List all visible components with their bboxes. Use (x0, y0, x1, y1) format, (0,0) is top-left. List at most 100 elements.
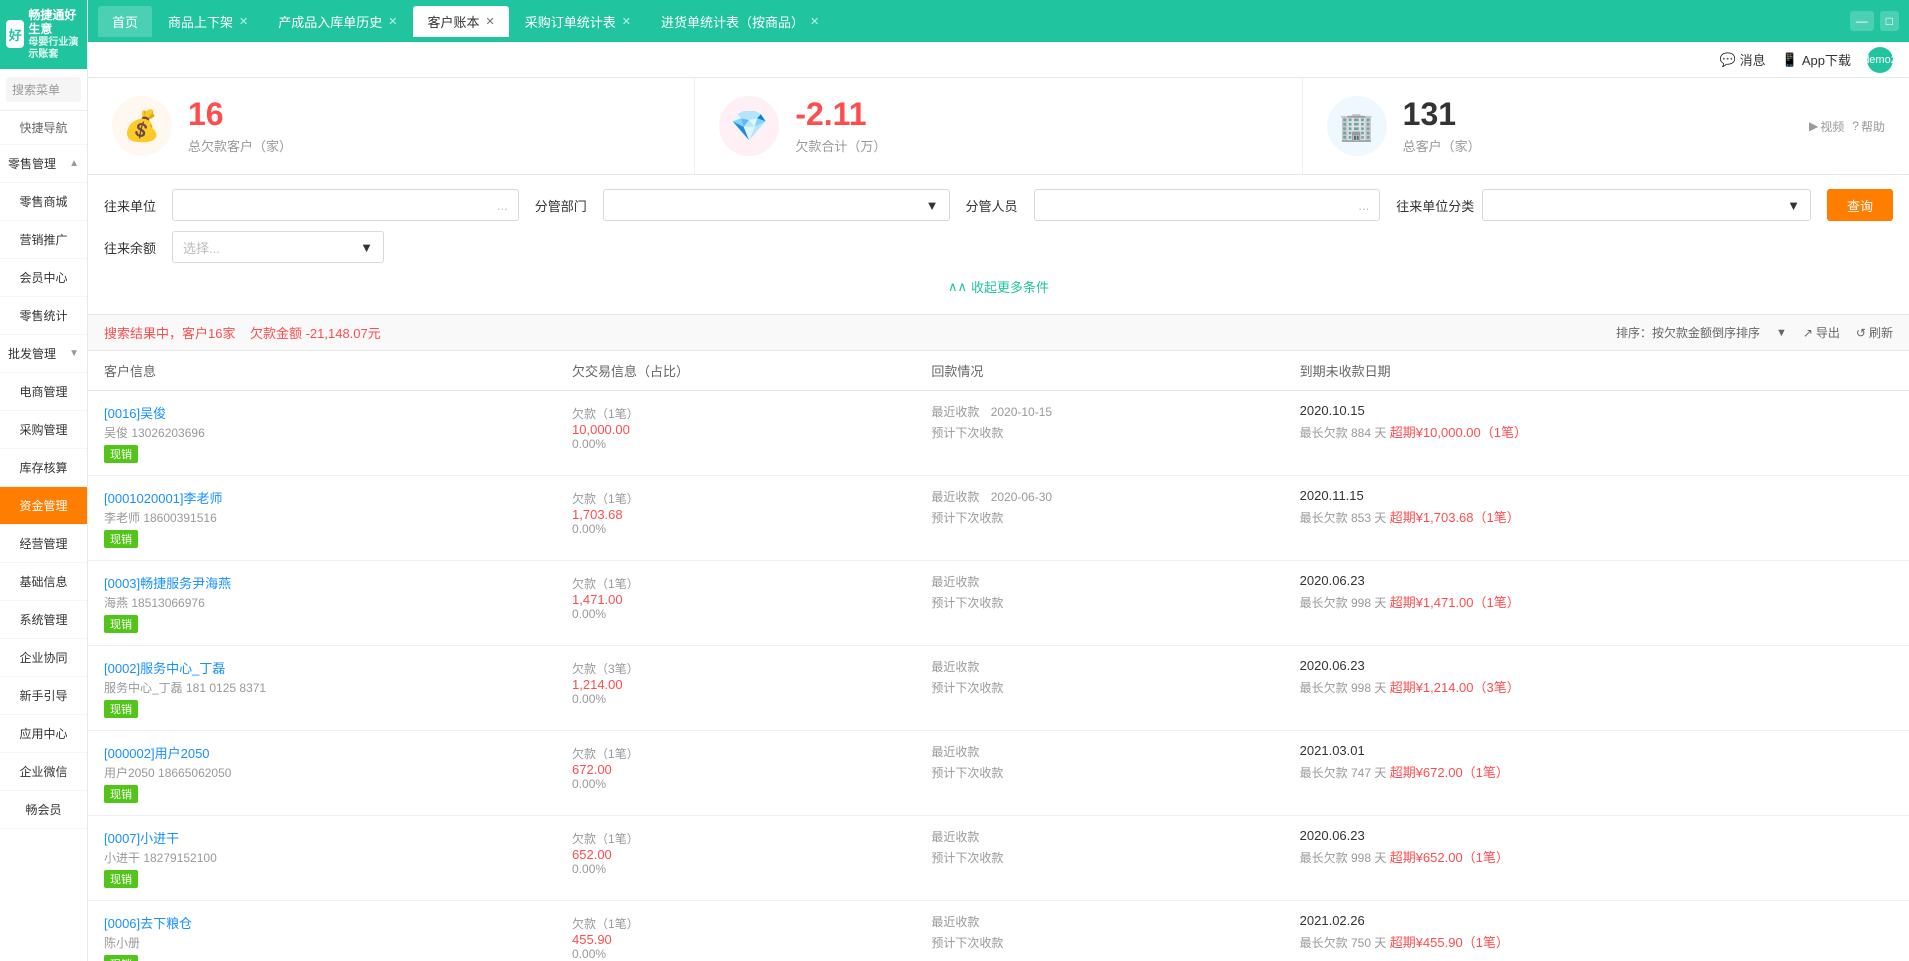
filter-person-input[interactable]: ... (1034, 189, 1381, 221)
sidebar-item-ecom[interactable]: 电商管理 (0, 373, 87, 411)
overdue-link[interactable]: 超期¥455.90（1笔） (1390, 935, 1509, 950)
sidebar-item-guide[interactable]: 新手引导 (0, 677, 87, 715)
debt-amount[interactable]: 455.90 (572, 932, 899, 947)
sidebar-item-inventory[interactable]: 库存核算 (0, 449, 87, 487)
tab-close-customer-account[interactable]: ✕ (486, 15, 495, 28)
customer-table-container: 客户信息 欠交易信息（占比） 回款情况 到期未收款日期 [0016]吴俊 吴俊 … (88, 351, 1909, 961)
sidebar-item-retail-mall[interactable]: 零售商城 (0, 183, 87, 221)
cell-repayment-3: 最近收款 预计下次收款 (915, 646, 1283, 731)
tab-product-history[interactable]: 产成品入库单历史 ✕ (264, 6, 411, 37)
filter-balance-select[interactable]: 选择... ▼ (172, 231, 384, 263)
filter-supplier-category: 往来单位分类 ▼ (1396, 189, 1811, 221)
tab-close-inventory-stats[interactable]: ✕ (810, 15, 819, 28)
col-repayment: 回款情况 (915, 351, 1283, 391)
sidebar-item-retail-mgmt[interactable]: 零售管理 ▲ (0, 145, 87, 183)
sidebar-item-system[interactable]: 系统管理 (0, 601, 87, 639)
window-minimize-button[interactable]: — (1850, 11, 1874, 31)
cell-due-1: 2020.11.15 最长欠款 853 天 超期¥1,703.68（1笔） (1284, 476, 1909, 561)
main-area: 首页 商品上下架 ✕ 产成品入库单历史 ✕ 客户账本 ✕ 采购订单统计表 ✕ 进… (88, 0, 1909, 961)
export-button[interactable]: ↗ 导出 (1803, 324, 1840, 341)
sidebar-item-collab[interactable]: 企业协同 (0, 639, 87, 677)
sidebar-item-basic[interactable]: 基础信息 (0, 563, 87, 601)
customer-name-link[interactable]: [000002]用户2050 (104, 746, 210, 761)
filter-supplier-input[interactable]: ... (172, 189, 519, 221)
filter-balance-label: 往来余额 (104, 238, 164, 257)
refresh-button[interactable]: ↺ 刷新 (1856, 324, 1893, 341)
cell-repayment-5: 最近收款 预计下次收款 (915, 816, 1283, 901)
sidebar-item-purchase[interactable]: 采购管理 (0, 411, 87, 449)
customer-name-link[interactable]: [0001020001]李老师 (104, 491, 223, 506)
debt-percent: 0.00% (572, 692, 899, 706)
filter-collapse-button[interactable]: ∧∧ 收起更多条件 (104, 273, 1893, 300)
phone-icon: 📱 (1782, 52, 1798, 68)
sidebar-item-ops[interactable]: 经营管理 (0, 525, 87, 563)
customer-name-link[interactable]: [0016]吴俊 (104, 406, 166, 421)
sidebar-item-member[interactable]: 会员中心 (0, 259, 87, 297)
tab-purchase-order[interactable]: 采购订单统计表 ✕ (511, 6, 645, 37)
debt-amount[interactable]: 1,471.00 (572, 592, 899, 607)
debt-amount[interactable]: 1,703.68 (572, 507, 899, 522)
due-date: 2021.03.01 (1300, 743, 1893, 758)
debt-amount[interactable]: 10,000.00 (572, 422, 899, 437)
overdue-link[interactable]: 超期¥672.00（1笔） (1390, 765, 1509, 780)
filter-supplier: 往来单位 ... (104, 189, 519, 221)
sidebar-item-marketing[interactable]: 营销推广 (0, 221, 87, 259)
sidebar-logo[interactable]: 好 畅捷通好生意 母婴行业演示账套 (0, 0, 87, 69)
debt-count: 欠款（3笔） (572, 660, 899, 677)
message-button[interactable]: 💬 消息 (1719, 50, 1765, 69)
tab-home[interactable]: 首页 (98, 6, 152, 37)
help-action-button[interactable]: ? 帮助 (1852, 118, 1885, 135)
cell-debt-6: 欠款（1笔） 455.90 0.00% (556, 901, 915, 961)
search-menu-button[interactable]: 搜索菜单 (6, 77, 81, 102)
debt-amount[interactable]: 652.00 (572, 847, 899, 862)
tab-close-product-history[interactable]: ✕ (388, 15, 397, 28)
filter-dept-select[interactable]: ▼ (603, 189, 950, 221)
overdue-link[interactable]: 超期¥10,000.00（1笔） (1390, 425, 1527, 440)
sidebar-item-quick-nav[interactable]: 快捷导航 (0, 111, 87, 145)
due-date: 2021.02.26 (1300, 913, 1893, 928)
filter-balance: 往来余额 选择... ▼ (104, 231, 384, 263)
customer-contact: 服务中心_丁磊 181 0125 8371 (104, 679, 540, 696)
customer-name-link[interactable]: [0007]小进干 (104, 831, 179, 846)
tab-close-product-shelf[interactable]: ✕ (239, 15, 248, 28)
tab-customer-account[interactable]: 客户账本 ✕ (413, 6, 508, 37)
customer-contact: 李老师 18600391516 (104, 509, 540, 526)
video-action-button[interactable]: ▶ 视频 (1809, 118, 1844, 135)
debt-amount[interactable]: 672.00 (572, 762, 899, 777)
tab-product-shelf[interactable]: 商品上下架 ✕ (154, 6, 262, 37)
overdue-link[interactable]: 超期¥1,471.00（1笔） (1390, 595, 1520, 610)
stat-value-debt-customers: 16 (188, 97, 292, 132)
user-menu[interactable]: demo2 (1867, 47, 1893, 73)
customer-name-link[interactable]: [0003]畅捷服务尹海燕 (104, 576, 231, 591)
sort-chevron-icon: ▼ (1776, 327, 1787, 339)
tab-inventory-stats[interactable]: 进货单统计表（按商品） ✕ (647, 6, 833, 37)
logo-icon: 好 (6, 20, 24, 48)
stat-label-debt-customers: 总欠款客户（家） (188, 136, 292, 155)
overdue-link[interactable]: 超期¥1,214.00（3笔） (1390, 680, 1520, 695)
table-row: [0002]服务中心_丁磊 服务中心_丁磊 181 0125 8371 现销 欠… (88, 646, 1909, 731)
app-download-button[interactable]: 📱 App下载 (1782, 50, 1851, 69)
filter-supplier-category-select[interactable]: ▼ (1482, 189, 1811, 221)
customer-name-link[interactable]: [0002]服务中心_丁磊 (104, 661, 225, 676)
sidebar-item-vip[interactable]: 畅会员 (0, 791, 87, 829)
window-maximize-button[interactable]: □ (1880, 11, 1899, 31)
debt-amount[interactable]: 1,214.00 (572, 677, 899, 692)
sidebar-item-retail-stats[interactable]: 零售统计 (0, 297, 87, 335)
chevron-down-icon-3: ▼ (360, 240, 373, 255)
avatar: demo2 (1867, 47, 1893, 73)
sidebar-item-apps[interactable]: 应用中心 (0, 715, 87, 753)
customer-name-link[interactable]: [0006]去下粮仓 (104, 916, 192, 931)
sidebar-item-batch-mgmt[interactable]: 批发管理 ▼ (0, 335, 87, 373)
sidebar-item-finance[interactable]: 资金管理 (0, 487, 87, 525)
video-icon: ▶ (1809, 119, 1818, 133)
overdue-link[interactable]: 超期¥652.00（1笔） (1390, 850, 1509, 865)
query-button[interactable]: 查询 (1827, 189, 1893, 221)
sidebar-item-wechat[interactable]: 企业微信 (0, 753, 87, 791)
tab-close-purchase-order[interactable]: ✕ (622, 15, 631, 28)
cell-due-4: 2021.03.01 最长欠款 747 天 超期¥672.00（1笔） (1284, 731, 1909, 816)
stat-icon-total-customers: 🏢 (1327, 96, 1387, 156)
overdue-link[interactable]: 超期¥1,703.68（1笔） (1390, 510, 1520, 525)
cell-customer-6: [0006]去下粮仓 陈小册 现销 (88, 901, 556, 961)
sidebar-search-area: 搜索菜单 (0, 69, 87, 111)
results-summary: 搜索结果中，客户16家 欠款金额 -21,148.07元 (104, 323, 381, 342)
